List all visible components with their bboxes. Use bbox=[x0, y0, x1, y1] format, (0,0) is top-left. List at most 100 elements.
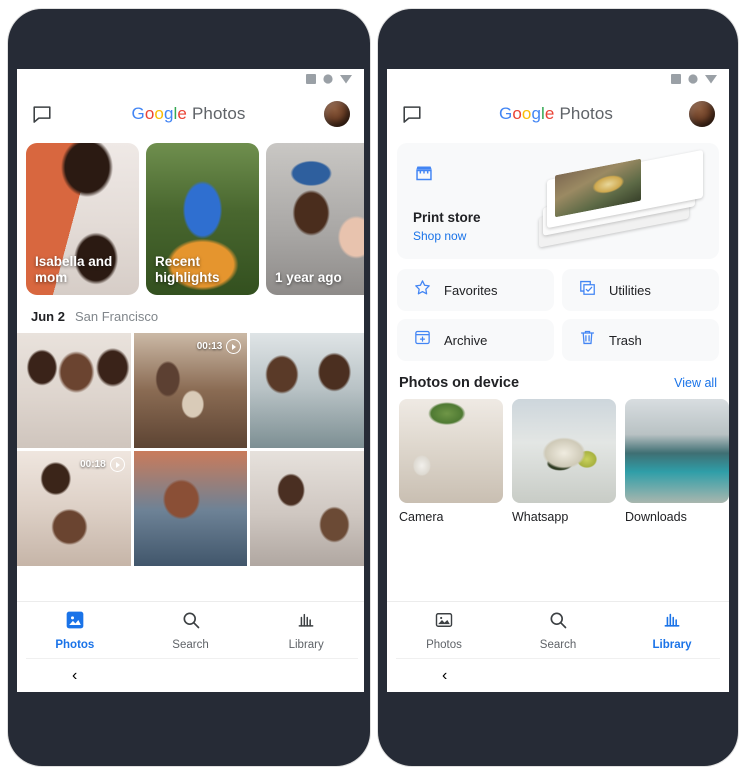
nav-item-library[interactable]: Library bbox=[248, 610, 364, 651]
nav-label: Search bbox=[172, 638, 209, 651]
folder-camera[interactable]: Camera bbox=[399, 399, 503, 524]
archive-icon bbox=[413, 328, 432, 352]
photo-cell-2[interactable]: 00:13 bbox=[133, 333, 248, 448]
status-bar-left bbox=[17, 69, 364, 91]
screenshot-root: Google Photos Isabella and mom Recent hig… bbox=[0, 0, 750, 777]
search-icon bbox=[181, 610, 201, 635]
video-badge: 00:13 bbox=[197, 339, 242, 354]
shortcut-trash[interactable]: Trash bbox=[562, 319, 719, 361]
photo-cell-4[interactable]: 00:18 bbox=[17, 451, 131, 566]
bottom-nav-left: Photos Search Library bbox=[17, 601, 364, 658]
phone-left-screen: Google Photos Isabella and mom Recent hig… bbox=[17, 69, 364, 692]
app-bar-left: Google Photos bbox=[17, 91, 364, 137]
section-heading: Photos on device bbox=[399, 375, 520, 391]
view-all-link[interactable]: View all bbox=[674, 376, 717, 390]
title-photos-word: Photos bbox=[559, 104, 613, 123]
photo-book-image bbox=[533, 149, 713, 248]
device-section-header: Photos on device View all bbox=[387, 361, 729, 399]
date-header: Jun 2 San Francisco bbox=[17, 301, 364, 333]
nav-item-library[interactable]: Library bbox=[615, 610, 729, 651]
wifi-triangle-icon bbox=[340, 71, 352, 89]
nav-label: Library bbox=[652, 638, 692, 651]
trash-icon bbox=[578, 328, 597, 352]
photo-cell-3[interactable] bbox=[250, 333, 364, 448]
shortcut-label: Trash bbox=[609, 332, 642, 348]
avatar[interactable] bbox=[689, 101, 715, 127]
nav-item-search[interactable]: Search bbox=[501, 610, 615, 651]
system-nav-bar-left: ‹ bbox=[26, 658, 358, 692]
print-store-text: Print store Shop now bbox=[413, 163, 481, 243]
nav-item-search[interactable]: Search bbox=[133, 610, 249, 651]
signal-square-icon bbox=[306, 71, 316, 89]
status-bar-right bbox=[387, 69, 729, 91]
system-nav-bar-right: ‹ bbox=[396, 658, 720, 692]
device-folder-list: Camera Whatsapp Downloads bbox=[387, 399, 729, 524]
page-title: Google Photos bbox=[499, 104, 613, 123]
folder-whatsapp[interactable]: Whatsapp bbox=[512, 399, 616, 524]
chat-bubble-icon[interactable] bbox=[31, 103, 53, 125]
photo-grid: 00:13 00:18 bbox=[17, 333, 364, 566]
signal-square-icon bbox=[671, 71, 681, 89]
photos-icon bbox=[65, 610, 85, 635]
memory-caption: Recent highlights bbox=[155, 254, 220, 285]
folder-downloads[interactable]: Downloads bbox=[625, 399, 729, 524]
memory-card-recent-highlights[interactable]: Recent highlights bbox=[146, 143, 259, 295]
photo-cell-1[interactable] bbox=[17, 333, 131, 448]
video-duration: 00:18 bbox=[80, 459, 106, 470]
memory-card-1-year-ago[interactable]: 1 year ago bbox=[266, 143, 364, 295]
avatar[interactable] bbox=[324, 101, 350, 127]
wifi-triangle-icon bbox=[705, 71, 717, 89]
memory-caption: 1 year ago bbox=[275, 270, 342, 285]
library-shortcuts: Favorites Utilities Archive Trash bbox=[387, 259, 729, 361]
circle-icon bbox=[688, 71, 698, 89]
video-duration: 00:13 bbox=[196, 341, 223, 352]
folder-name: Whatsapp bbox=[512, 510, 569, 524]
folder-thumbnail bbox=[625, 399, 729, 503]
shortcut-label: Utilities bbox=[609, 282, 651, 298]
photo-cell-6[interactable] bbox=[250, 451, 364, 566]
nav-label: Photos bbox=[55, 638, 95, 651]
shop-now-link[interactable]: Shop now bbox=[413, 229, 481, 243]
search-icon bbox=[548, 610, 568, 635]
shortcut-label: Archive bbox=[444, 332, 488, 348]
folder-thumbnail bbox=[512, 399, 616, 503]
circle-icon bbox=[323, 71, 333, 89]
phone-right: Google Photos Print store Shop now Favor… bbox=[378, 9, 738, 766]
memory-caption: Isabella and mom bbox=[35, 254, 113, 285]
play-icon bbox=[109, 457, 125, 472]
shortcut-archive[interactable]: Archive bbox=[397, 319, 554, 361]
video-badge: 00:18 bbox=[80, 457, 125, 472]
title-photos-word: Photos bbox=[191, 104, 246, 123]
nav-label: Library bbox=[288, 638, 324, 651]
back-icon[interactable]: ‹ bbox=[442, 667, 447, 685]
location-label: San Francisco bbox=[74, 309, 159, 324]
folder-name: Camera bbox=[399, 510, 444, 524]
page-title: Google Photos bbox=[131, 104, 246, 123]
memory-card-isabella[interactable]: Isabella and mom bbox=[26, 143, 139, 295]
phone-left: Google Photos Isabella and mom Recent hig… bbox=[8, 9, 370, 766]
shortcut-favorites[interactable]: Favorites bbox=[397, 269, 554, 311]
nav-label: Photos bbox=[426, 638, 462, 651]
app-bar-right: Google Photos bbox=[387, 91, 729, 137]
utilities-icon bbox=[578, 278, 597, 302]
photo-cell-5[interactable] bbox=[133, 451, 248, 566]
storefront-icon bbox=[413, 166, 435, 189]
nav-item-photos[interactable]: Photos bbox=[17, 610, 133, 651]
shortcut-label: Favorites bbox=[444, 282, 498, 298]
library-icon bbox=[296, 610, 316, 635]
folder-thumbnail bbox=[399, 399, 503, 503]
chat-bubble-icon[interactable] bbox=[401, 103, 423, 125]
folder-name: Downloads bbox=[625, 510, 687, 524]
nav-item-photos[interactable]: Photos bbox=[387, 610, 501, 651]
back-icon[interactable]: ‹ bbox=[72, 667, 77, 685]
phone-right-screen: Google Photos Print store Shop now Favor… bbox=[387, 69, 729, 692]
memories-carousel[interactable]: Isabella and mom Recent highlights 1 yea… bbox=[17, 137, 364, 301]
bottom-nav-right: Photos Search Library bbox=[387, 601, 729, 658]
play-icon bbox=[226, 339, 242, 354]
star-icon bbox=[413, 278, 432, 302]
print-store-card[interactable]: Print store Shop now bbox=[397, 143, 719, 259]
photos-icon bbox=[434, 610, 454, 635]
shortcut-utilities[interactable]: Utilities bbox=[562, 269, 719, 311]
date-label: Jun 2 bbox=[31, 309, 65, 324]
library-icon bbox=[662, 610, 682, 635]
